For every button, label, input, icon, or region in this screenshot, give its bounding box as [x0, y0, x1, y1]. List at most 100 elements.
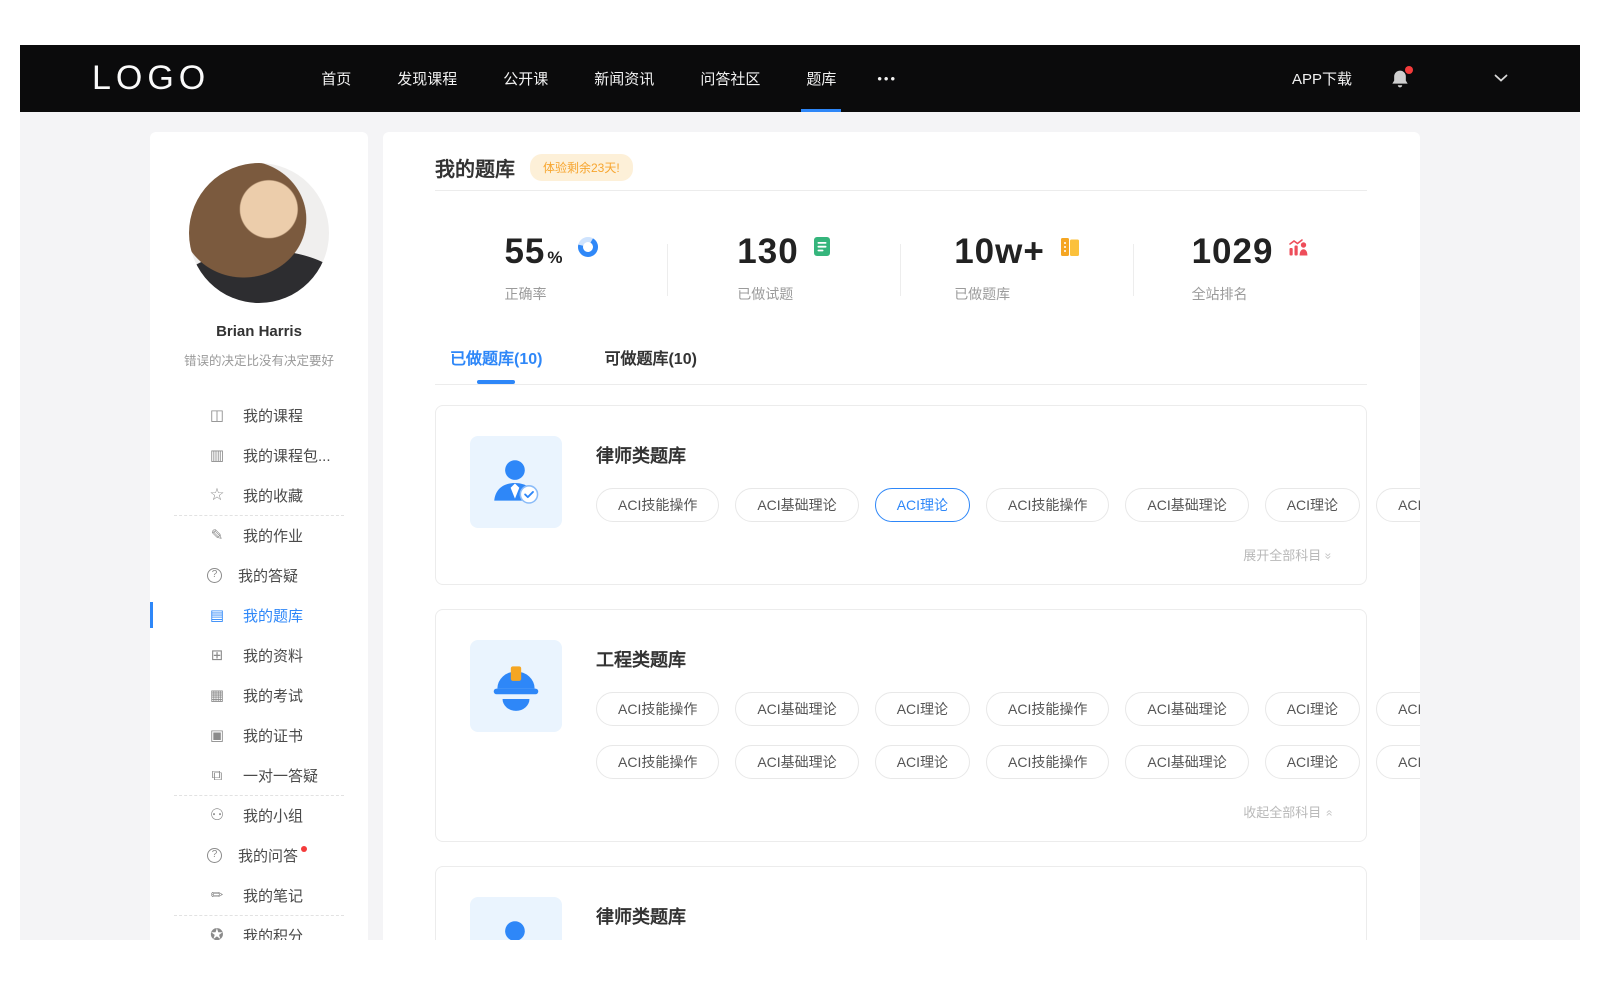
- top-nav: LOGO 首页 发现课程 公开课 新闻资讯 问答社区 题库 ••• APP下载: [20, 45, 1580, 112]
- bank-card-lawyer-1[interactable]: 律师类题库 ACI技能操作 ACI基础理论 ACI理论 ACI技能操作 ACI基…: [435, 405, 1367, 585]
- subject-tag-row: ACI技能操作 ACI基础理论 ACI理论 ACI技能操作 ACI基础理论 AC…: [596, 488, 1334, 522]
- bank-card-engineer[interactable]: 工程类题库 ACI技能操作 ACI基础理论 ACI理论 ACI技能操作 ACI基…: [435, 609, 1367, 842]
- nav-item[interactable]: 首页: [298, 45, 374, 112]
- subject-tag[interactable]: ACI基础理论: [1125, 488, 1248, 522]
- sidebar-item-icon: [207, 686, 227, 704]
- subject-tag[interactable]: ACI技能操作: [596, 488, 719, 522]
- sidebar-item-label: 我的课程包...: [243, 445, 331, 466]
- engineer-icon: [470, 640, 562, 732]
- sidebar-item[interactable]: 我的问答: [150, 835, 368, 875]
- user-avatar[interactable]: [1444, 63, 1476, 95]
- lawyer-icon: [470, 897, 562, 940]
- collapse-label: 收起全部科目: [1243, 805, 1321, 820]
- sidebar-item-icon: [207, 568, 222, 583]
- subject-tag[interactable]: ACI理论: [1376, 488, 1420, 522]
- subject-tag[interactable]: ACI理论: [1265, 692, 1360, 726]
- subject-tag-row: ACI技能操作 ACI基础理论 ACI理论 ACI技能操作 ACI基础理论 AC…: [596, 692, 1334, 726]
- book-icon: [1059, 236, 1081, 258]
- sidebar-item[interactable]: 一对一答疑: [150, 755, 368, 795]
- sidebar-item[interactable]: 我的收藏: [150, 475, 368, 515]
- nav-item[interactable]: 发现课程: [374, 45, 480, 112]
- sidebar-item-label: 我的考试: [243, 685, 303, 706]
- lawyer-icon: [470, 436, 562, 528]
- nav-item[interactable]: 问答社区: [677, 45, 783, 112]
- profile-motto: 错误的决定比没有决定要好: [150, 350, 368, 369]
- nav-item[interactable]: 公开课: [480, 45, 571, 112]
- ranking-icon: [1287, 236, 1309, 258]
- nav-right: APP下载: [1292, 45, 1580, 112]
- nav-item-label: 新闻资讯: [594, 68, 654, 89]
- sidebar: Brian Harris 错误的决定比没有决定要好 我的课程 我的课程包...: [150, 132, 368, 940]
- sidebar-item[interactable]: 我的课程包...: [150, 435, 368, 475]
- subject-tag[interactable]: ACI理论: [875, 488, 970, 522]
- stat-value: 130: [737, 234, 798, 271]
- subject-tag[interactable]: ACI基础理论: [735, 745, 858, 779]
- sidebar-item[interactable]: 我的证书: [150, 715, 368, 755]
- sidebar-item[interactable]: 我的积分: [150, 915, 368, 940]
- stats-row: 55% 正确率: [435, 191, 1367, 304]
- tab[interactable]: 可做题库(10): [604, 345, 696, 384]
- subject-tag[interactable]: ACI理论: [1265, 488, 1360, 522]
- subject-tag[interactable]: ACI理论: [1376, 692, 1420, 726]
- sidebar-item[interactable]: 我的小组: [150, 795, 368, 835]
- profile-avatar[interactable]: [189, 163, 329, 303]
- expand-subjects-button[interactable]: 展开全部科目»: [596, 541, 1334, 578]
- bank-title: 律师类题库: [596, 903, 1334, 929]
- sidebar-item-label: 我的小组: [243, 805, 303, 826]
- nav-item-label: 题库: [806, 68, 836, 89]
- sidebar-item[interactable]: 我的笔记: [150, 875, 368, 915]
- subject-tag[interactable]: ACI技能操作: [596, 692, 719, 726]
- sidebar-item[interactable]: 我的作业: [150, 515, 368, 555]
- document-icon: [813, 236, 832, 258]
- bank-title: 工程类题库: [596, 646, 1334, 672]
- nav-menu: 首页 发现课程 公开课 新闻资讯 问答社区 题库 •••: [298, 45, 915, 112]
- stat-value: 55: [504, 234, 545, 271]
- notification-bell-icon[interactable]: [1390, 68, 1410, 90]
- sidebar-item[interactable]: 我的考试: [150, 675, 368, 715]
- subject-tag[interactable]: ACI基础理论: [1125, 692, 1248, 726]
- subject-tag[interactable]: ACI技能操作: [986, 745, 1109, 779]
- sidebar-item[interactable]: 我的题库: [150, 595, 368, 635]
- sidebar-item-label: 我的课程: [243, 405, 303, 426]
- stat-value: 10w+: [954, 234, 1045, 271]
- subject-tag[interactable]: ACI理论: [1265, 745, 1360, 779]
- subject-tag[interactable]: ACI技能操作: [596, 745, 719, 779]
- chevron-down-icon[interactable]: [1494, 74, 1508, 83]
- subject-tag-row: ACI技能操作 ACI基础理论 ACI理论 ACI技能操作 ACI基础理论 AC…: [596, 745, 1334, 779]
- sidebar-item-label: 我的证书: [243, 725, 303, 746]
- stat-label: 正确率: [504, 284, 598, 304]
- trial-badge: 体验剩余23天!: [530, 154, 633, 181]
- profile-name: Brian Harris: [150, 323, 368, 340]
- sidebar-menu: 我的课程 我的课程包... 我的收藏: [150, 395, 368, 940]
- subject-tag[interactable]: ACI理论: [875, 745, 970, 779]
- sidebar-item-label: 我的题库: [243, 605, 303, 626]
- subject-tag[interactable]: ACI基础理论: [1125, 745, 1248, 779]
- stat-accuracy: 55% 正确率: [435, 234, 668, 304]
- main-header: 我的题库 体验剩余23天!: [435, 132, 1367, 191]
- sidebar-item-icon: [207, 925, 227, 940]
- sidebar-item-label: 我的作业: [243, 525, 303, 546]
- tab[interactable]: 已做题库(10): [450, 345, 542, 384]
- bank-title: 律师类题库: [596, 442, 1334, 468]
- sidebar-item[interactable]: 我的资料: [150, 635, 368, 675]
- notification-dot: [1405, 66, 1413, 74]
- sidebar-item[interactable]: 我的答疑: [150, 555, 368, 595]
- subject-tag[interactable]: ACI理论: [875, 692, 970, 726]
- nav-item-label: 问答社区: [700, 68, 760, 89]
- stat-label: 全站排名: [1192, 284, 1310, 304]
- logo[interactable]: LOGO: [92, 59, 210, 98]
- sidebar-item[interactable]: 我的课程: [150, 395, 368, 435]
- subject-tag[interactable]: ACI基础理论: [735, 692, 858, 726]
- nav-item-label: 公开课: [503, 68, 548, 89]
- subject-tag[interactable]: ACI技能操作: [986, 488, 1109, 522]
- subject-tag[interactable]: ACI基础理论: [735, 488, 858, 522]
- sidebar-item-icon: [207, 767, 227, 784]
- subject-tag[interactable]: ACI理论: [1376, 745, 1420, 779]
- subject-tag[interactable]: ACI技能操作: [986, 692, 1109, 726]
- nav-more-button[interactable]: •••: [859, 45, 915, 112]
- collapse-subjects-button[interactable]: 收起全部科目»: [596, 798, 1334, 835]
- nav-item[interactable]: 题库: [783, 45, 859, 112]
- bank-card-lawyer-2[interactable]: 律师类题库 ACI技能操作 ACI基础理论 ACI理论 ACI技能操作 ACI基…: [435, 866, 1367, 940]
- nav-item[interactable]: 新闻资讯: [571, 45, 677, 112]
- app-download-link[interactable]: APP下载: [1292, 68, 1352, 89]
